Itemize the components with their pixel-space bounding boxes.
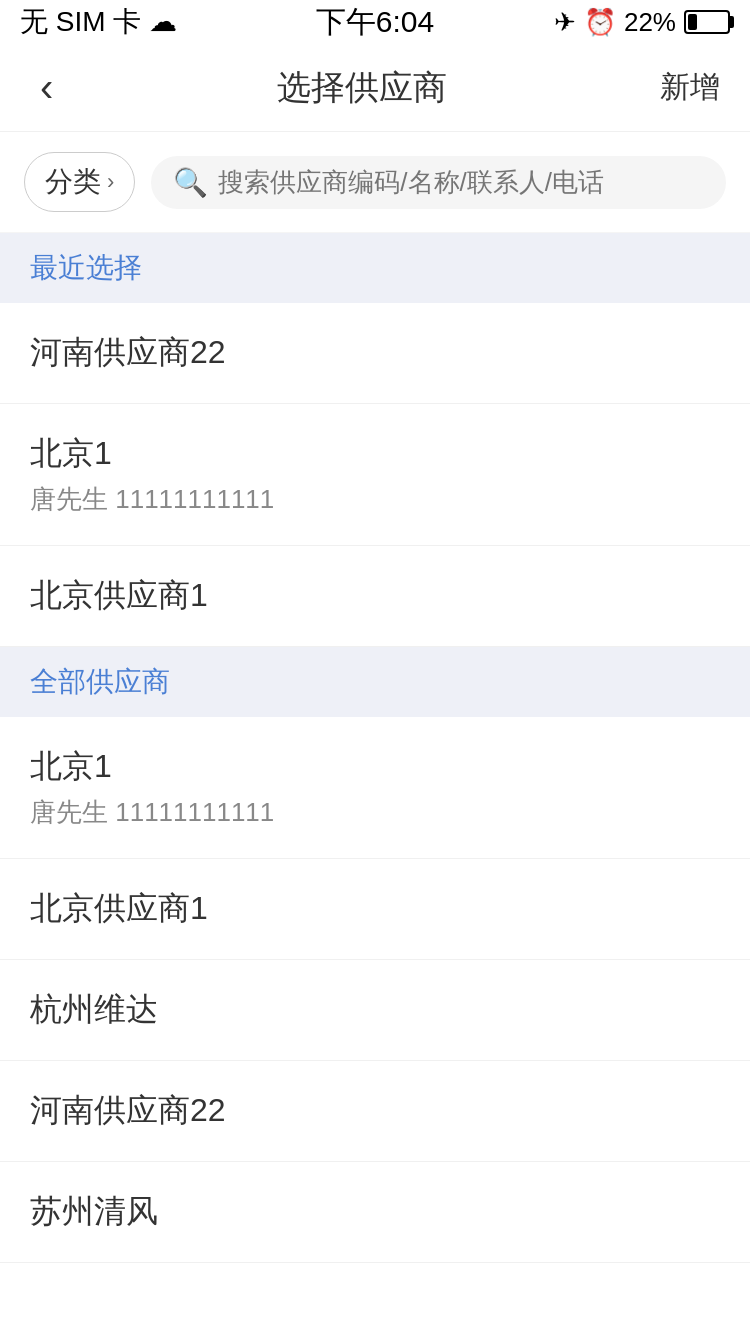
list-item[interactable]: 北京1 唐先生 11111111111: [0, 404, 750, 546]
item-sub: 唐先生 11111111111: [30, 795, 720, 830]
status-right: ✈ ⏰ 22%: [554, 7, 730, 38]
item-name: 河南供应商22: [30, 331, 720, 375]
recent-list: 河南供应商22 北京1 唐先生 11111111111 北京供应商1: [0, 303, 750, 647]
status-bar: 无 SIM 卡 ☁ 下午6:04 ✈ ⏰ 22%: [0, 0, 750, 44]
item-name: 苏州清风: [30, 1190, 720, 1234]
list-item[interactable]: 北京供应商1: [0, 859, 750, 960]
item-name: 杭州维达: [30, 988, 720, 1032]
chevron-right-icon: ›: [107, 169, 114, 195]
battery-percentage: 22%: [624, 7, 676, 38]
list-item[interactable]: 北京供应商1: [0, 546, 750, 647]
all-list: 北京1 唐先生 11111111111 北京供应商1 杭州维达河南供应商22 苏州清风: [0, 717, 750, 1263]
all-section-label: 全部供应商: [30, 666, 170, 697]
item-name: 北京供应商1: [30, 887, 720, 931]
status-left: 无 SIM 卡 ☁: [20, 3, 177, 41]
item-name: 北京1: [30, 745, 720, 789]
list-item[interactable]: 北京1 唐先生 11111111111: [0, 717, 750, 859]
category-button[interactable]: 分类 ›: [24, 152, 135, 212]
list-item[interactable]: 杭州维达: [0, 960, 750, 1061]
recent-section-label: 最近选择: [30, 252, 142, 283]
alarm-icon: ⏰: [584, 7, 616, 38]
category-label: 分类: [45, 163, 101, 201]
item-name: 北京供应商1: [30, 574, 720, 618]
item-name: 河南供应商22: [30, 1089, 720, 1133]
list-item[interactable]: 河南供应商22: [0, 303, 750, 404]
all-section-header: 全部供应商: [0, 647, 750, 717]
nav-bar: ‹ 选择供应商 新增: [0, 44, 750, 132]
list-item[interactable]: 河南供应商22: [0, 1061, 750, 1162]
search-input[interactable]: [218, 167, 704, 198]
page-title: 选择供应商: [277, 65, 447, 111]
add-button[interactable]: 新增: [660, 67, 720, 108]
item-name: 北京1: [30, 432, 720, 476]
search-area: 分类 › 🔍: [0, 132, 750, 233]
back-button[interactable]: ‹: [30, 55, 63, 120]
recent-section-header: 最近选择: [0, 233, 750, 303]
status-time: 下午6:04: [316, 2, 434, 43]
item-sub: 唐先生 11111111111: [30, 482, 720, 517]
search-input-wrap: 🔍: [151, 156, 726, 209]
battery-icon: [684, 10, 730, 34]
list-item[interactable]: 苏州清风: [0, 1162, 750, 1263]
location-icon: ✈: [554, 7, 576, 38]
search-icon: 🔍: [173, 166, 208, 199]
